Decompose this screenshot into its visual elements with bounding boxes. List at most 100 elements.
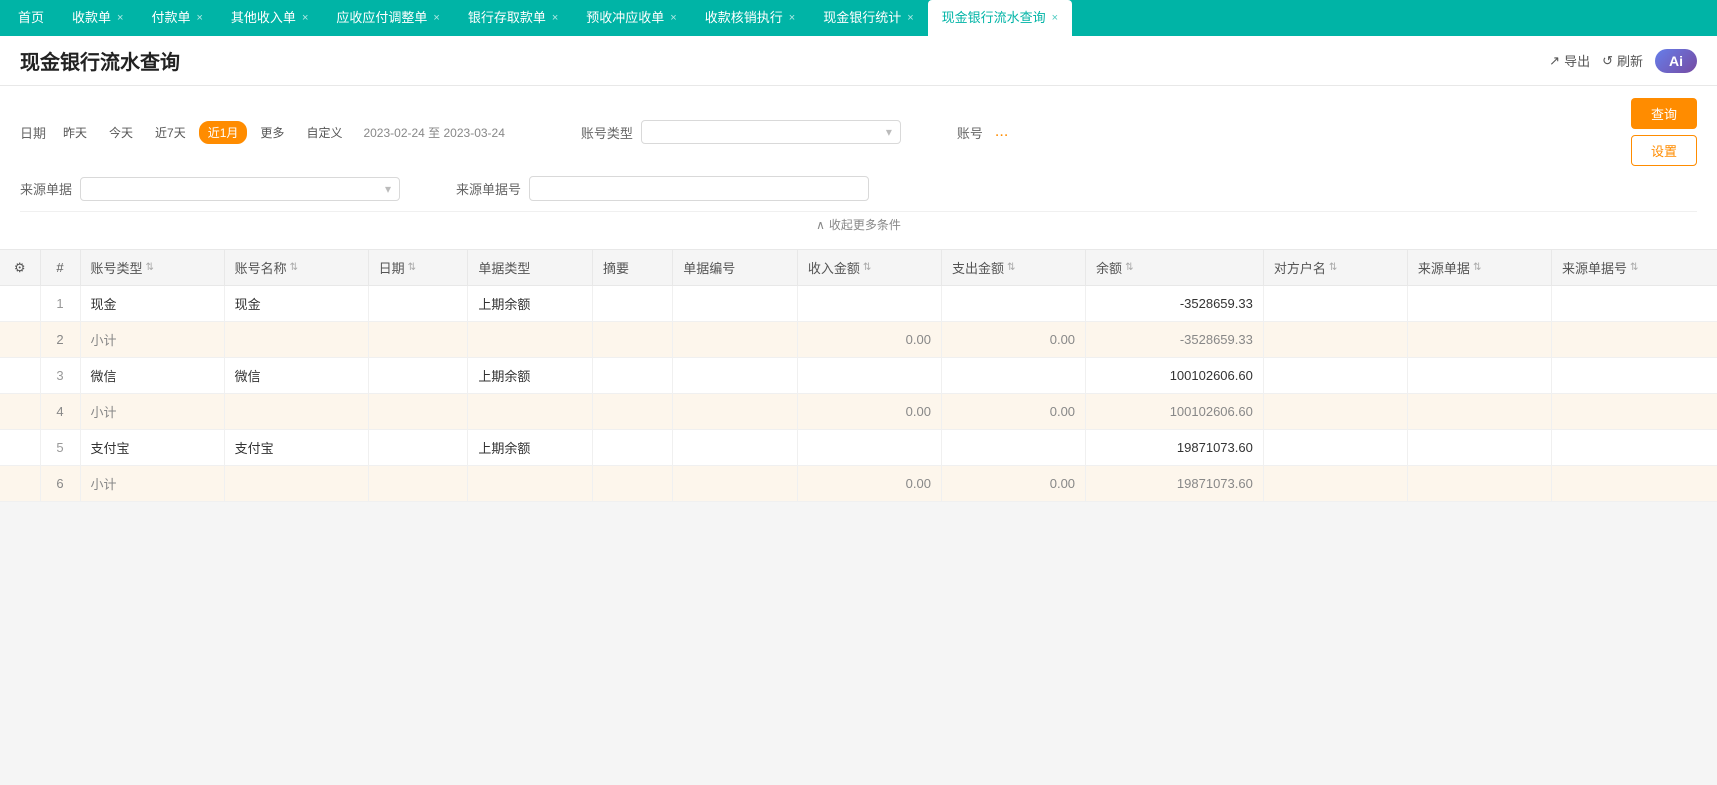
date-btn-yesterday[interactable]: 昨天	[54, 121, 96, 144]
cell-summary	[593, 358, 673, 394]
table-row[interactable]: 5支付宝支付宝上期余额19871073.60	[0, 430, 1717, 466]
cell-account-type: 小计	[80, 394, 224, 430]
cell-expense	[941, 358, 1085, 394]
cell-counterparty	[1263, 286, 1407, 322]
cell-summary	[593, 394, 673, 430]
close-icon[interactable]: ×	[670, 0, 676, 36]
nav-tab-3[interactable]: 应收应付调整单 ×	[322, 0, 453, 36]
table-header-row: ⚙ # 账号类型 ⇅ 账号名称 ⇅ 日期	[0, 250, 1717, 286]
cell-expense: 0.00	[941, 322, 1085, 358]
th-doc-no: 单据编号	[673, 250, 798, 286]
nav-tab-5[interactable]: 预收冲应收单 ×	[572, 0, 690, 36]
th-expense[interactable]: 支出金额 ⇅	[941, 250, 1085, 286]
ai-button[interactable]: Ai	[1655, 49, 1697, 73]
chevron-down-icon: ▾	[886, 125, 892, 139]
source-doc-filter-group: 来源单据 ▾	[20, 177, 400, 201]
source-doc-select[interactable]: ▾	[80, 177, 400, 201]
settings-button[interactable]: 设置	[1631, 135, 1697, 166]
close-icon[interactable]: ×	[196, 0, 202, 36]
nav-home[interactable]: 首页	[4, 0, 58, 36]
cell-source-doc-no	[1552, 322, 1717, 358]
table-row[interactable]: 4小计0.000.00100102606.60	[0, 394, 1717, 430]
query-button[interactable]: 查询	[1631, 98, 1697, 129]
date-filter-group: 日期 昨天 今天 近7天 近1月 更多 自定义 2023-02-24 至 202…	[20, 121, 505, 144]
table-row[interactable]: 3微信微信上期余额100102606.60	[0, 358, 1717, 394]
nav-tab-2[interactable]: 其他收入单 ×	[217, 0, 322, 36]
collapse-bar[interactable]: ∧ 收起更多条件	[20, 211, 1697, 237]
close-icon[interactable]: ×	[552, 0, 558, 36]
date-btn-more[interactable]: 更多	[251, 121, 293, 144]
account-type-filter-group: 账号类型 ▾	[581, 120, 901, 144]
cell-balance: -3528659.33	[1086, 322, 1264, 358]
refresh-button[interactable]: ↺ 刷新	[1602, 51, 1643, 70]
cell-summary	[593, 466, 673, 502]
cell-source-doc	[1407, 394, 1551, 430]
cell-income: 0.00	[797, 322, 941, 358]
close-icon[interactable]: ×	[1052, 0, 1058, 36]
nav-tab-4[interactable]: 银行存取款单 ×	[454, 0, 572, 36]
nav-tab-6[interactable]: 收款核销执行 ×	[691, 0, 809, 36]
table-row[interactable]: 1现金现金上期余额-3528659.33	[0, 286, 1717, 322]
nav-tab-0[interactable]: 收款单 ×	[58, 0, 137, 36]
cell-source-doc-no	[1552, 466, 1717, 502]
th-account-type[interactable]: 账号类型 ⇅	[80, 250, 224, 286]
table-row[interactable]: 6小计0.000.0019871073.60	[0, 466, 1717, 502]
account-type-select[interactable]: ▾	[641, 120, 901, 144]
cell-num: 2	[40, 322, 80, 358]
refresh-icon: ↺	[1602, 53, 1613, 69]
collapse-icon: ∧	[816, 218, 825, 232]
cell-account-type: 现金	[80, 286, 224, 322]
date-btn-today[interactable]: 今天	[100, 121, 142, 144]
nav-tab-7[interactable]: 现金银行统计 ×	[809, 0, 927, 36]
cell-income: 0.00	[797, 466, 941, 502]
th-counterparty[interactable]: 对方户名 ⇅	[1263, 250, 1407, 286]
cell-expense: 0.00	[941, 394, 1085, 430]
date-btn-7days[interactable]: 近7天	[146, 121, 195, 144]
cell-date	[368, 430, 468, 466]
th-account-name[interactable]: 账号名称 ⇅	[224, 250, 368, 286]
th-settings[interactable]: ⚙	[0, 250, 40, 286]
source-doc-label: 来源单据	[20, 179, 72, 198]
account-label: 账号	[957, 123, 983, 142]
date-btn-custom[interactable]: 自定义	[297, 121, 351, 144]
cell-account-type: 小计	[80, 466, 224, 502]
cell-counterparty	[1263, 322, 1407, 358]
page-header: 现金银行流水查询 ↗ 导出 ↺ 刷新 Ai	[0, 36, 1717, 86]
source-doc-no-input[interactable]	[529, 176, 869, 201]
th-date[interactable]: 日期 ⇅	[368, 250, 468, 286]
date-btn-1month[interactable]: 近1月	[199, 121, 248, 144]
top-navigation: 首页 收款单 × 付款单 × 其他收入单 × 应收应付调整单 × 银行存取款单 …	[0, 0, 1717, 36]
th-source-doc-no[interactable]: 来源单据号 ⇅	[1552, 250, 1717, 286]
cell-doc-type	[468, 322, 593, 358]
cell-account-type: 微信	[80, 358, 224, 394]
close-icon[interactable]: ×	[907, 0, 913, 36]
cell-date	[368, 358, 468, 394]
th-income[interactable]: 收入金额 ⇅	[797, 250, 941, 286]
cell-gear	[0, 286, 40, 322]
account-dots-button[interactable]: ...	[991, 123, 1012, 141]
cell-counterparty	[1263, 430, 1407, 466]
cell-account-name: 支付宝	[224, 430, 368, 466]
table-row[interactable]: 2小计0.000.00-3528659.33	[0, 322, 1717, 358]
cell-account-name: 微信	[224, 358, 368, 394]
export-button[interactable]: ↗ 导出	[1549, 51, 1590, 70]
nav-tab-8[interactable]: 现金银行流水查询 ×	[928, 0, 1072, 36]
nav-tab-1[interactable]: 付款单 ×	[137, 0, 216, 36]
cell-source-doc	[1407, 322, 1551, 358]
close-icon[interactable]: ×	[433, 0, 439, 36]
cell-summary	[593, 286, 673, 322]
account-filter-group: 账号 ...	[957, 123, 1012, 142]
cell-source-doc	[1407, 358, 1551, 394]
cell-gear	[0, 322, 40, 358]
close-icon[interactable]: ×	[117, 0, 123, 36]
cell-doc-type: 上期余额	[468, 286, 593, 322]
cell-date	[368, 322, 468, 358]
cell-gear	[0, 394, 40, 430]
th-source-doc[interactable]: 来源单据 ⇅	[1407, 250, 1551, 286]
close-icon[interactable]: ×	[789, 0, 795, 36]
close-icon[interactable]: ×	[302, 0, 308, 36]
cell-date	[368, 394, 468, 430]
cell-balance: 19871073.60	[1086, 430, 1264, 466]
cell-gear	[0, 430, 40, 466]
th-balance[interactable]: 余额 ⇅	[1086, 250, 1264, 286]
